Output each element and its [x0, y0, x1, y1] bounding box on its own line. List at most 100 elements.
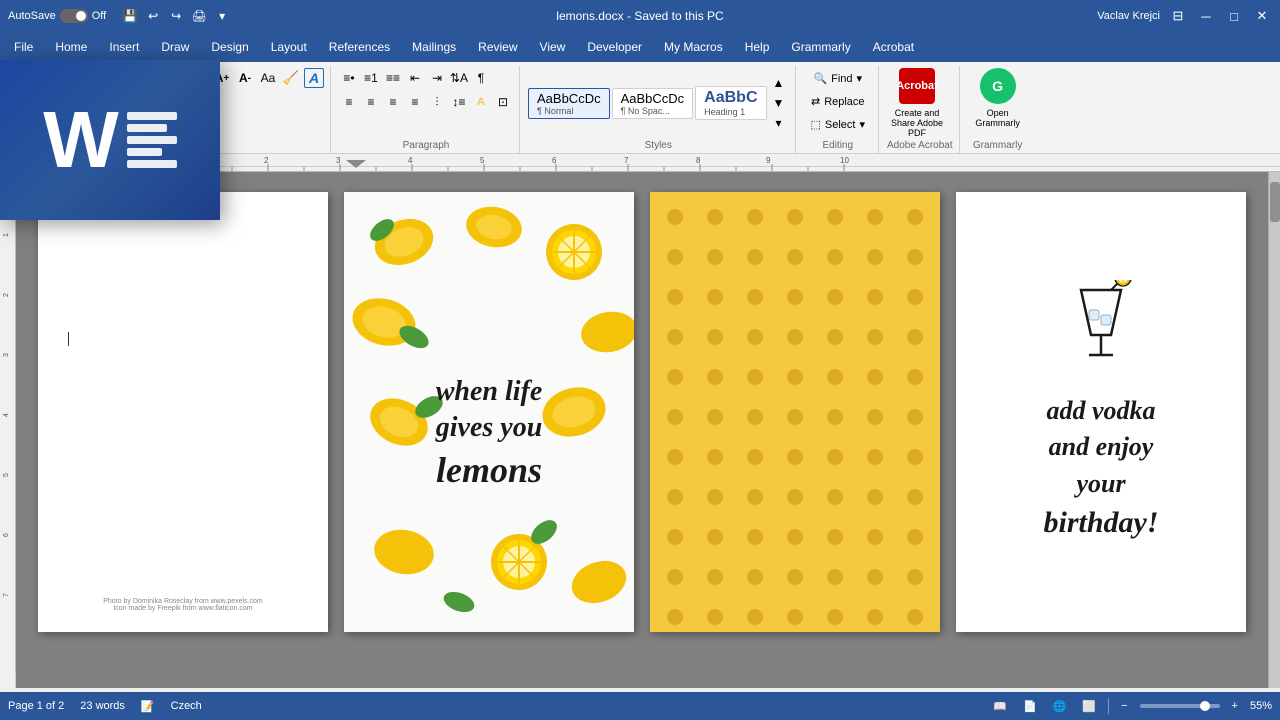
align-right-btn[interactable]: ≡	[383, 92, 403, 112]
menu-help[interactable]: Help	[735, 36, 780, 58]
title-bar-left: AutoSave Off 💾 ↩ ↪ 🖨 ▾	[8, 6, 232, 26]
print-layout-btn[interactable]: 📄	[1019, 698, 1041, 715]
clear-format-btn[interactable]: 🧹	[281, 68, 301, 88]
minimize-btn[interactable]: ─	[1196, 6, 1216, 26]
quick-access-toolbar: 💾 ↩ ↪ 🖨 ▾	[120, 6, 232, 26]
style-heading1-preview: AaBbC	[704, 89, 757, 107]
photo-credit-1: Photo by Dominika Roseclay from www.pexe…	[103, 598, 263, 605]
decrease-indent-btn[interactable]: ⇤	[405, 68, 425, 88]
username: Vaclav Krejci	[1097, 10, 1160, 22]
replace-btn[interactable]: ⇄ Replace	[804, 91, 872, 112]
page-left[interactable]: Photo by Dominika Roseclay from www.pexe…	[38, 192, 328, 632]
menu-file[interactable]: File	[4, 36, 43, 58]
scrollbar-thumb[interactable]	[1270, 182, 1280, 222]
birthday-line3: your	[1043, 466, 1158, 502]
birthday-line4: birthday!	[1043, 502, 1158, 544]
style-normal-label: ¶ Normal	[537, 106, 573, 116]
zoom-slider[interactable]	[1140, 704, 1220, 708]
acrobat-controls: Acrobat Create and Share Adobe PDF	[887, 66, 947, 140]
zoom-in-btn[interactable]: +	[1228, 698, 1242, 714]
columns-btn[interactable]: ⫶	[427, 92, 447, 112]
focus-btn[interactable]: ⬜	[1078, 698, 1100, 715]
page-info: Page 1 of 2	[8, 700, 64, 712]
dot-pattern-svg	[650, 192, 940, 632]
menu-my-macros[interactable]: My Macros	[654, 36, 733, 58]
style-no-spacing[interactable]: AaBbCcDc ¶ No Spac...	[612, 88, 694, 119]
styles-scroll-down[interactable]: ▼	[769, 93, 789, 113]
paragraph-controls: ≡• ≡1 ≡≡ ⇤ ⇥ ⇅A ¶ ≡ ≡ ≡ ≡ ⫶ ↕≡ A ⊡	[339, 66, 513, 140]
redo-icon[interactable]: ↪	[166, 6, 186, 26]
open-grammarly-label[interactable]: Open Grammarly	[968, 108, 1028, 128]
save-icon[interactable]: 💾	[120, 6, 140, 26]
multilevel-btn[interactable]: ≡≡	[383, 68, 403, 88]
proofing-icon[interactable]: 📝	[141, 700, 155, 713]
style-normal[interactable]: AaBbCcDc ¶ Normal	[528, 88, 610, 119]
font-case-btn[interactable]: Aa	[258, 68, 278, 88]
bullets-btn[interactable]: ≡•	[339, 68, 359, 88]
print-icon[interactable]: 🖨	[189, 6, 209, 26]
maximize-btn[interactable]: □	[1224, 6, 1244, 26]
menu-draw[interactable]: Draw	[151, 36, 199, 58]
quote-line3: lemons	[436, 447, 543, 494]
find-btn[interactable]: 🔍 Find ▾	[806, 68, 869, 89]
svg-text:5: 5	[3, 473, 10, 477]
vertical-scrollbar[interactable]	[1268, 172, 1280, 688]
menu-acrobat[interactable]: Acrobat	[863, 36, 924, 58]
select-dropdown: ▾	[859, 118, 865, 131]
menu-grammarly[interactable]: Grammarly	[781, 36, 860, 58]
justify-btn[interactable]: ≡	[405, 92, 425, 112]
increase-indent-btn[interactable]: ⇥	[427, 68, 447, 88]
paragraph-group-label: Paragraph	[339, 140, 513, 153]
autosave-toggle[interactable]	[60, 9, 88, 23]
align-center-btn[interactable]: ≡	[361, 92, 381, 112]
text-effects-btn[interactable]: A	[304, 68, 324, 88]
autosave-area[interactable]: AutoSave Off	[8, 9, 106, 23]
find-icon: 🔍	[813, 72, 827, 85]
borders-btn[interactable]: ⊡	[493, 92, 513, 112]
line-spacing-btn[interactable]: ↕≡	[449, 92, 469, 112]
menu-mailings[interactable]: Mailings	[402, 36, 466, 58]
styles-group: AaBbCcDc ¶ Normal AaBbCcDc ¶ No Spac... …	[522, 66, 796, 153]
read-mode-btn[interactable]: 📖	[989, 698, 1011, 715]
svg-text:9: 9	[766, 156, 771, 165]
menu-design[interactable]: Design	[201, 36, 258, 58]
styles-scroll-up[interactable]: ▲	[769, 73, 789, 93]
grammarly-icon: G	[980, 68, 1016, 104]
menu-home[interactable]: Home	[45, 36, 97, 58]
word-count: 23 words	[80, 700, 125, 712]
customize-qat-icon[interactable]: ▾	[212, 6, 232, 26]
grammarly-group-label: Grammarly	[968, 140, 1028, 153]
document-scroll-area[interactable]: Photo by Dominika Roseclay from www.pexe…	[16, 172, 1268, 688]
ribbon-collapse-btn[interactable]: ⊟	[1168, 6, 1188, 26]
numbering-btn[interactable]: ≡1	[361, 68, 381, 88]
style-heading1[interactable]: AaBbC Heading 1	[695, 86, 766, 120]
show-marks-btn[interactable]: ¶	[471, 68, 491, 88]
web-layout-btn[interactable]: 🌐	[1049, 698, 1071, 715]
zoom-out-btn[interactable]: −	[1117, 698, 1131, 714]
autosave-label: AutoSave	[8, 10, 56, 22]
acrobat-group-label: Adobe Acrobat	[887, 140, 953, 153]
close-btn[interactable]: ✕	[1252, 6, 1272, 26]
word-line-2	[127, 124, 167, 132]
menu-layout[interactable]: Layout	[261, 36, 317, 58]
page-lemon: when life gives you lemons	[344, 192, 634, 632]
menu-references[interactable]: References	[319, 36, 400, 58]
styles-group-label: Styles	[528, 140, 789, 153]
side-ruler-svg: 1 2 3 4 5 6 7	[0, 172, 16, 672]
styles-expand[interactable]: ▾	[769, 113, 789, 133]
select-btn[interactable]: ⬚ Select ▾	[804, 114, 873, 135]
menu-insert[interactable]: Insert	[99, 36, 149, 58]
create-share-label[interactable]: Create and Share Adobe PDF	[887, 108, 947, 138]
shading-para-btn[interactable]: A	[471, 92, 491, 112]
undo-icon[interactable]: ↩	[143, 6, 163, 26]
birthday-text-container: add vodka and enjoy your birthday!	[1043, 393, 1158, 544]
font-shrink-btn[interactable]: A-	[235, 68, 255, 88]
align-left-btn[interactable]: ≡	[339, 92, 359, 112]
svg-text:1: 1	[3, 233, 10, 237]
sort-btn[interactable]: ⇅A	[449, 68, 469, 88]
menu-developer[interactable]: Developer	[577, 36, 652, 58]
menu-view[interactable]: View	[530, 36, 576, 58]
menu-review[interactable]: Review	[468, 36, 527, 58]
language: Czech	[171, 700, 202, 712]
blank-area[interactable]: Photo by Dominika Roseclay from www.pexe…	[38, 192, 328, 632]
